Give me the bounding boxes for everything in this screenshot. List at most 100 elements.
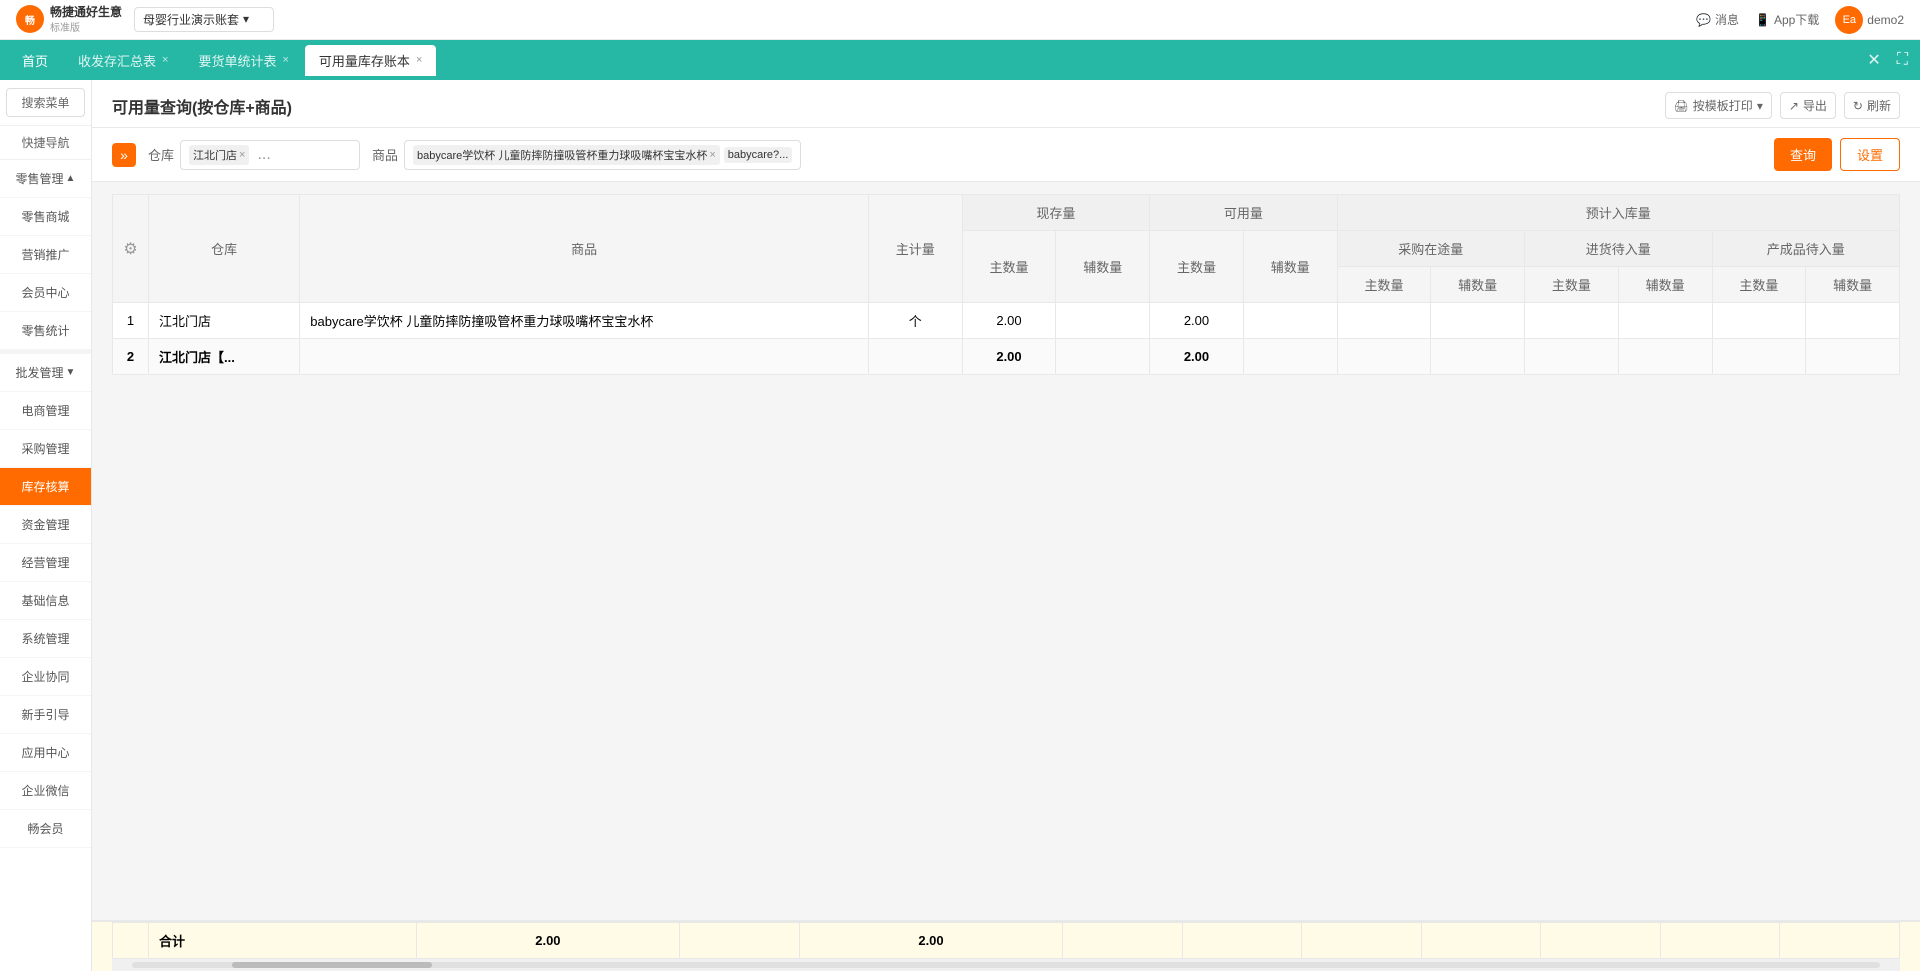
nav-expand-btn[interactable]: ⛶	[1893, 47, 1912, 73]
sidebar-item-marketing[interactable]: 营销推广	[0, 236, 91, 274]
page-actions: 🖨 按模板打印 ▾ ↗ 导出 ↻ 刷新	[1665, 92, 1900, 119]
nav-close-btn[interactable]: ✕	[1863, 46, 1884, 74]
row-num-1: 1	[113, 303, 149, 339]
filter-product-group: 商品 babycare学饮杯 儿童防摔防撞吸管杯重力球吸嘴杯宝宝水杯 × bab…	[372, 140, 801, 170]
row-stock-main-1: 2.00	[962, 303, 1056, 339]
subtotal-stock-aux	[1056, 339, 1150, 375]
sidebar-item-enterprise-wechat[interactable]: 企业微信	[0, 772, 91, 810]
logo-text: 畅捷通好生意	[50, 5, 122, 19]
subtotal-product	[300, 339, 869, 375]
subtotal-pur-transit-aux	[1431, 339, 1525, 375]
subtotal-prod-pending-main	[1712, 339, 1806, 375]
search-menu-btn[interactable]: 搜索菜单	[6, 88, 85, 117]
table-row: 1 江北门店 babycare学饮杯 儿童防摔防撞吸管杯重力球吸嘴杯宝宝水杯 个…	[113, 303, 1900, 339]
sidebar-item-finance-mgmt[interactable]: 资金管理	[0, 506, 91, 544]
purchase-transit-header: 采购在途量	[1337, 231, 1524, 267]
pur-pending-aux-header: 辅数量	[1618, 267, 1712, 303]
pur-pending-main-header: 主数量	[1525, 267, 1619, 303]
data-table: ⚙ 仓库 商品 主计量 现存量 可用量 预计入库量 主数量 辅数量 主数量 辅数…	[112, 194, 1900, 375]
avail-main-qty-header: 主数量	[1150, 231, 1244, 303]
product-input[interactable]: babycare学饮杯 儿童防摔防撞吸管杯重力球吸嘴杯宝宝水杯 × babyca…	[404, 140, 801, 170]
sidebar-item-vip-member[interactable]: 畅会员	[0, 810, 91, 848]
subtotal-avail-main: 2.00	[1150, 339, 1244, 375]
sidebar-item-member-center[interactable]: 会员中心	[0, 274, 91, 312]
content-area: 可用量查询(按仓库+商品) 🖨 按模板打印 ▾ ↗ 导出 ↻ 刷新	[92, 80, 1920, 971]
subtotal-num: 2	[113, 339, 149, 375]
product-label: 商品	[372, 145, 398, 164]
industry-select[interactable]: 母婴行业演示账套 ▾	[134, 7, 274, 32]
warehouse-tag: 江北门店 ×	[189, 145, 249, 165]
sidebar-item-retail-stats[interactable]: 零售统计	[0, 312, 91, 350]
warehouse-label: 仓库	[148, 145, 174, 164]
filter-bar: » 仓库 江北门店 × ... 商品 babycare学饮杯 儿童防摔防撞吸管杯…	[92, 128, 1920, 182]
sidebar-item-wholesale-mgmt[interactable]: 批发管理 ▼	[0, 354, 91, 392]
row-avail-main-1: 2.00	[1150, 303, 1244, 339]
horizontal-scrollbar[interactable]	[112, 959, 1900, 971]
warehouse-col-header: 仓库	[149, 195, 300, 303]
subtotal-pur-pending-aux	[1618, 339, 1712, 375]
tab-available-close-icon[interactable]: ×	[416, 54, 422, 66]
sidebar-item-purchase-mgmt[interactable]: 采购管理	[0, 430, 91, 468]
sidebar-item-enterprise-collab[interactable]: 企业协同	[0, 658, 91, 696]
nav-right-actions: ✕ ⛶	[1863, 46, 1912, 74]
sidebar-vip-label: 畅会员	[27, 820, 63, 837]
sidebar-item-inventory-check[interactable]: 库存核算	[0, 468, 91, 506]
warehouse-tag-close-icon[interactable]: ×	[239, 149, 245, 161]
table-settings-icon[interactable]: ⚙	[123, 241, 137, 258]
tab-available-inventory[interactable]: 可用量库存账本 ×	[305, 45, 436, 76]
tab-order-close-icon[interactable]: ×	[282, 54, 288, 66]
sidebar-finance-label: 资金管理	[21, 516, 69, 533]
warehouse-more-icon[interactable]: ...	[253, 146, 274, 164]
subtotal-stock-main: 2.00	[962, 339, 1056, 375]
product-tag-2: babycare?...	[724, 147, 793, 163]
product-tag-1-close-icon[interactable]: ×	[709, 149, 715, 161]
sidebar-item-retail-mgmt[interactable]: 零售管理 ▲	[0, 160, 91, 198]
sidebar-wechat-label: 企业微信	[21, 782, 69, 799]
tab-order-label: 要货单统计表	[198, 51, 276, 70]
sidebar-item-new-guide[interactable]: 新手引导	[0, 696, 91, 734]
tab-home[interactable]: 首页	[8, 45, 62, 76]
sidebar-operations-label: 经营管理	[21, 554, 69, 571]
sidebar: 搜索菜单 快捷导航 零售管理 ▲ 零售商城 营销推广 会员中心 零售统计 批发管…	[0, 80, 92, 971]
query-btn[interactable]: 查询	[1774, 138, 1832, 171]
total-stock-main: 2.00	[416, 923, 680, 959]
purchase-pending-header: 进货待入量	[1525, 231, 1712, 267]
quick-nav-btn[interactable]: 快捷导航	[0, 126, 91, 160]
sidebar-item-retail-mall[interactable]: 零售商城	[0, 198, 91, 236]
sidebar-inventory-label: 库存核算	[21, 478, 69, 495]
sidebar-item-ecommerce-mgmt[interactable]: 电商管理	[0, 392, 91, 430]
sidebar-basic-info-label: 基础信息	[21, 592, 69, 609]
sidebar-item-system-mgmt[interactable]: 系统管理	[0, 620, 91, 658]
warehouse-input[interactable]: 江北门店 × ...	[180, 140, 360, 170]
subtotal-warehouse: 江北门店【...	[149, 339, 300, 375]
message-btn[interactable]: 💬 消息	[1696, 11, 1739, 28]
tab-receipt-close-icon[interactable]: ×	[162, 54, 168, 66]
filter-expand-btn[interactable]: »	[112, 143, 136, 167]
row-pur-pending-main-1	[1525, 303, 1619, 339]
subtotal-prod-pending-aux	[1806, 339, 1900, 375]
sidebar-item-app-center[interactable]: 应用中心	[0, 734, 91, 772]
export-btn[interactable]: ↗ 导出	[1780, 92, 1836, 119]
sidebar-item-basic-info[interactable]: 基础信息	[0, 582, 91, 620]
settings-btn[interactable]: 设置	[1840, 138, 1900, 171]
tab-order-stats[interactable]: 要货单统计表 ×	[184, 45, 302, 76]
sidebar-purchase-label: 采购管理	[21, 440, 69, 457]
product-tag-2-text: babycare?...	[728, 149, 789, 161]
refresh-btn[interactable]: ↻ 刷新	[1844, 92, 1900, 119]
tab-receipt-summary[interactable]: 收发存汇总表 ×	[64, 45, 182, 76]
user-area[interactable]: Ea demo2	[1835, 6, 1904, 34]
user-name: demo2	[1867, 13, 1904, 27]
sidebar-item-operations-mgmt[interactable]: 经营管理	[0, 544, 91, 582]
pur-transit-main-header: 主数量	[1337, 267, 1431, 303]
page-header: 可用量查询(按仓库+商品) 🖨 按模板打印 ▾ ↗ 导出 ↻ 刷新	[92, 80, 1920, 128]
top-bar: 畅 畅捷通好生意 标准版 母婴行业演示账套 ▾ 💬 消息 📱 App下载 Ea …	[0, 0, 1920, 40]
settings-col-header: ⚙	[113, 195, 149, 303]
warehouse-tag-text: 江北门店	[193, 147, 237, 163]
scrollbar-thumb[interactable]	[232, 962, 432, 968]
total-avail-main: 2.00	[799, 923, 1063, 959]
print-template-btn[interactable]: 🖨 按模板打印 ▾	[1665, 92, 1772, 119]
row-avail-aux-1	[1243, 303, 1337, 339]
page-title: 可用量查询(按仓库+商品)	[112, 94, 292, 118]
app-download-btn[interactable]: 📱 App下载	[1755, 11, 1819, 28]
row-prod-pending-main-1	[1712, 303, 1806, 339]
